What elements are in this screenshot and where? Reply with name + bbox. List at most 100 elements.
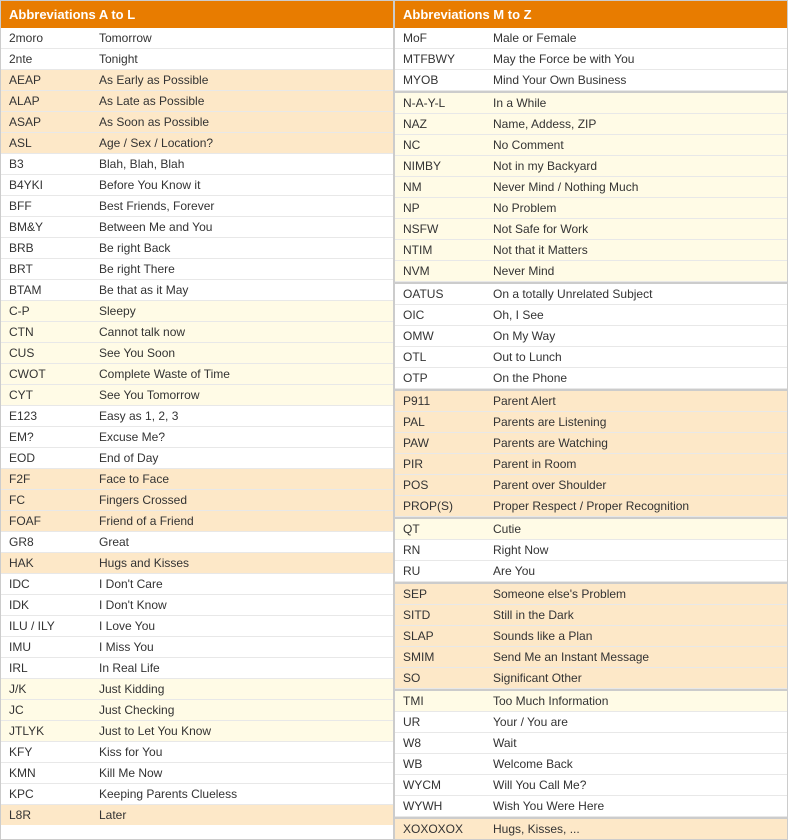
meaning: In a While bbox=[493, 96, 779, 110]
abbreviation: OTL bbox=[403, 350, 493, 364]
table-row: PAWParents are Watching bbox=[395, 433, 787, 454]
abbreviation: NVM bbox=[403, 264, 493, 278]
table-row: KMNKill Me Now bbox=[1, 763, 393, 784]
meaning: Cutie bbox=[493, 522, 779, 536]
abbreviation: ASL bbox=[9, 136, 99, 150]
table-row: BM&YBetween Me and You bbox=[1, 217, 393, 238]
meaning: Parent over Shoulder bbox=[493, 478, 779, 492]
abbreviation: WYWH bbox=[403, 799, 493, 813]
meaning: Too Much Information bbox=[493, 694, 779, 708]
abbreviation: SITD bbox=[403, 608, 493, 622]
meaning: May the Force be with You bbox=[493, 52, 779, 66]
meaning: I Don't Care bbox=[99, 577, 385, 591]
meaning: End of Day bbox=[99, 451, 385, 465]
abbreviation: GR8 bbox=[9, 535, 99, 549]
table-row: MYOBMind Your Own Business bbox=[395, 70, 787, 91]
table-row: TMIToo Much Information bbox=[395, 689, 787, 712]
abbreviation: C-P bbox=[9, 304, 99, 318]
right-rows: MoFMale or FemaleMTFBWYMay the Force be … bbox=[395, 28, 787, 839]
table-row: POSParent over Shoulder bbox=[395, 475, 787, 496]
meaning: As Soon as Possible bbox=[99, 115, 385, 129]
table-row: SITDStill in the Dark bbox=[395, 605, 787, 626]
abbreviation: NTIM bbox=[403, 243, 493, 257]
abbreviation: POS bbox=[403, 478, 493, 492]
table-row: WYWHWish You Were Here bbox=[395, 796, 787, 817]
table-row: EODEnd of Day bbox=[1, 448, 393, 469]
table-row: PALParents are Listening bbox=[395, 412, 787, 433]
table-row: OTPOn the Phone bbox=[395, 368, 787, 389]
table-row: B4YKIBefore You Know it bbox=[1, 175, 393, 196]
abbreviation: NC bbox=[403, 138, 493, 152]
abbreviation: CUS bbox=[9, 346, 99, 360]
table-row: J/KJust Kidding bbox=[1, 679, 393, 700]
meaning: Just Kidding bbox=[99, 682, 385, 696]
table-row: QTCutie bbox=[395, 517, 787, 540]
meaning: Keeping Parents Clueless bbox=[99, 787, 385, 801]
meaning: Hugs, Kisses, ... bbox=[493, 822, 779, 836]
meaning: Still in the Dark bbox=[493, 608, 779, 622]
meaning: No Problem bbox=[493, 201, 779, 215]
abbreviation: B4YKI bbox=[9, 178, 99, 192]
meaning: Never Mind bbox=[493, 264, 779, 278]
meaning: Be right Back bbox=[99, 241, 385, 255]
abbreviation: BTAM bbox=[9, 283, 99, 297]
abbreviation: RU bbox=[403, 564, 493, 578]
meaning: In Real Life bbox=[99, 661, 385, 675]
abbreviation: OATUS bbox=[403, 287, 493, 301]
abbreviation: FOAF bbox=[9, 514, 99, 528]
abbreviation: PIR bbox=[403, 457, 493, 471]
abbreviation: SEP bbox=[403, 587, 493, 601]
meaning: No Comment bbox=[493, 138, 779, 152]
meaning: Before You Know it bbox=[99, 178, 385, 192]
abbreviation: JC bbox=[9, 703, 99, 717]
meaning: Best Friends, Forever bbox=[99, 199, 385, 213]
meaning: Later bbox=[99, 808, 385, 822]
abbreviation: RN bbox=[403, 543, 493, 557]
abbreviation: MYOB bbox=[403, 73, 493, 87]
abbreviation: E123 bbox=[9, 409, 99, 423]
abbreviation: XOXOXOX bbox=[403, 822, 493, 836]
meaning: Parent in Room bbox=[493, 457, 779, 471]
abbreviation: SMIM bbox=[403, 650, 493, 664]
table-row: URYour / You are bbox=[395, 712, 787, 733]
meaning: See You Soon bbox=[99, 346, 385, 360]
abbreviation: BFF bbox=[9, 199, 99, 213]
meaning: Just Checking bbox=[99, 703, 385, 717]
table-row: RNRight Now bbox=[395, 540, 787, 561]
meaning: Someone else's Problem bbox=[493, 587, 779, 601]
table-row: FOAFFriend of a Friend bbox=[1, 511, 393, 532]
table-row: JCJust Checking bbox=[1, 700, 393, 721]
table-row: SOSignificant Other bbox=[395, 668, 787, 689]
meaning: Proper Respect / Proper Recognition bbox=[493, 499, 779, 513]
abbreviation: L8R bbox=[9, 808, 99, 822]
abbreviation: P911 bbox=[403, 394, 493, 408]
abbreviation: OMW bbox=[403, 329, 493, 343]
table-row: OATUSOn a totally Unrelated Subject bbox=[395, 282, 787, 305]
abbreviation: JTLYK bbox=[9, 724, 99, 738]
abbreviation: IMU bbox=[9, 640, 99, 654]
meaning: Kill Me Now bbox=[99, 766, 385, 780]
abbreviation: KMN bbox=[9, 766, 99, 780]
abbreviation: TMI bbox=[403, 694, 493, 708]
table-row: E123Easy as 1, 2, 3 bbox=[1, 406, 393, 427]
table-row: PROP(S)Proper Respect / Proper Recogniti… bbox=[395, 496, 787, 517]
table-row: NVMNever Mind bbox=[395, 261, 787, 282]
meaning: Sleepy bbox=[99, 304, 385, 318]
abbreviation: BRT bbox=[9, 262, 99, 276]
table-row: PIRParent in Room bbox=[395, 454, 787, 475]
table-row: MTFBWYMay the Force be with You bbox=[395, 49, 787, 70]
main-container: Abbreviations A to L 2moroTomorrow2nteTo… bbox=[0, 0, 788, 840]
abbreviation: WYCM bbox=[403, 778, 493, 792]
meaning: Just to Let You Know bbox=[99, 724, 385, 738]
table-row: NSFWNot Safe for Work bbox=[395, 219, 787, 240]
meaning: Fingers Crossed bbox=[99, 493, 385, 507]
abbreviation: 2nte bbox=[9, 52, 99, 66]
table-row: NCNo Comment bbox=[395, 135, 787, 156]
abbreviation: KFY bbox=[9, 745, 99, 759]
abbreviation: BRB bbox=[9, 241, 99, 255]
table-row: CWOTComplete Waste of Time bbox=[1, 364, 393, 385]
table-row: WBWelcome Back bbox=[395, 754, 787, 775]
meaning: Will You Call Me? bbox=[493, 778, 779, 792]
meaning: Be that as it May bbox=[99, 283, 385, 297]
abbreviation: EOD bbox=[9, 451, 99, 465]
